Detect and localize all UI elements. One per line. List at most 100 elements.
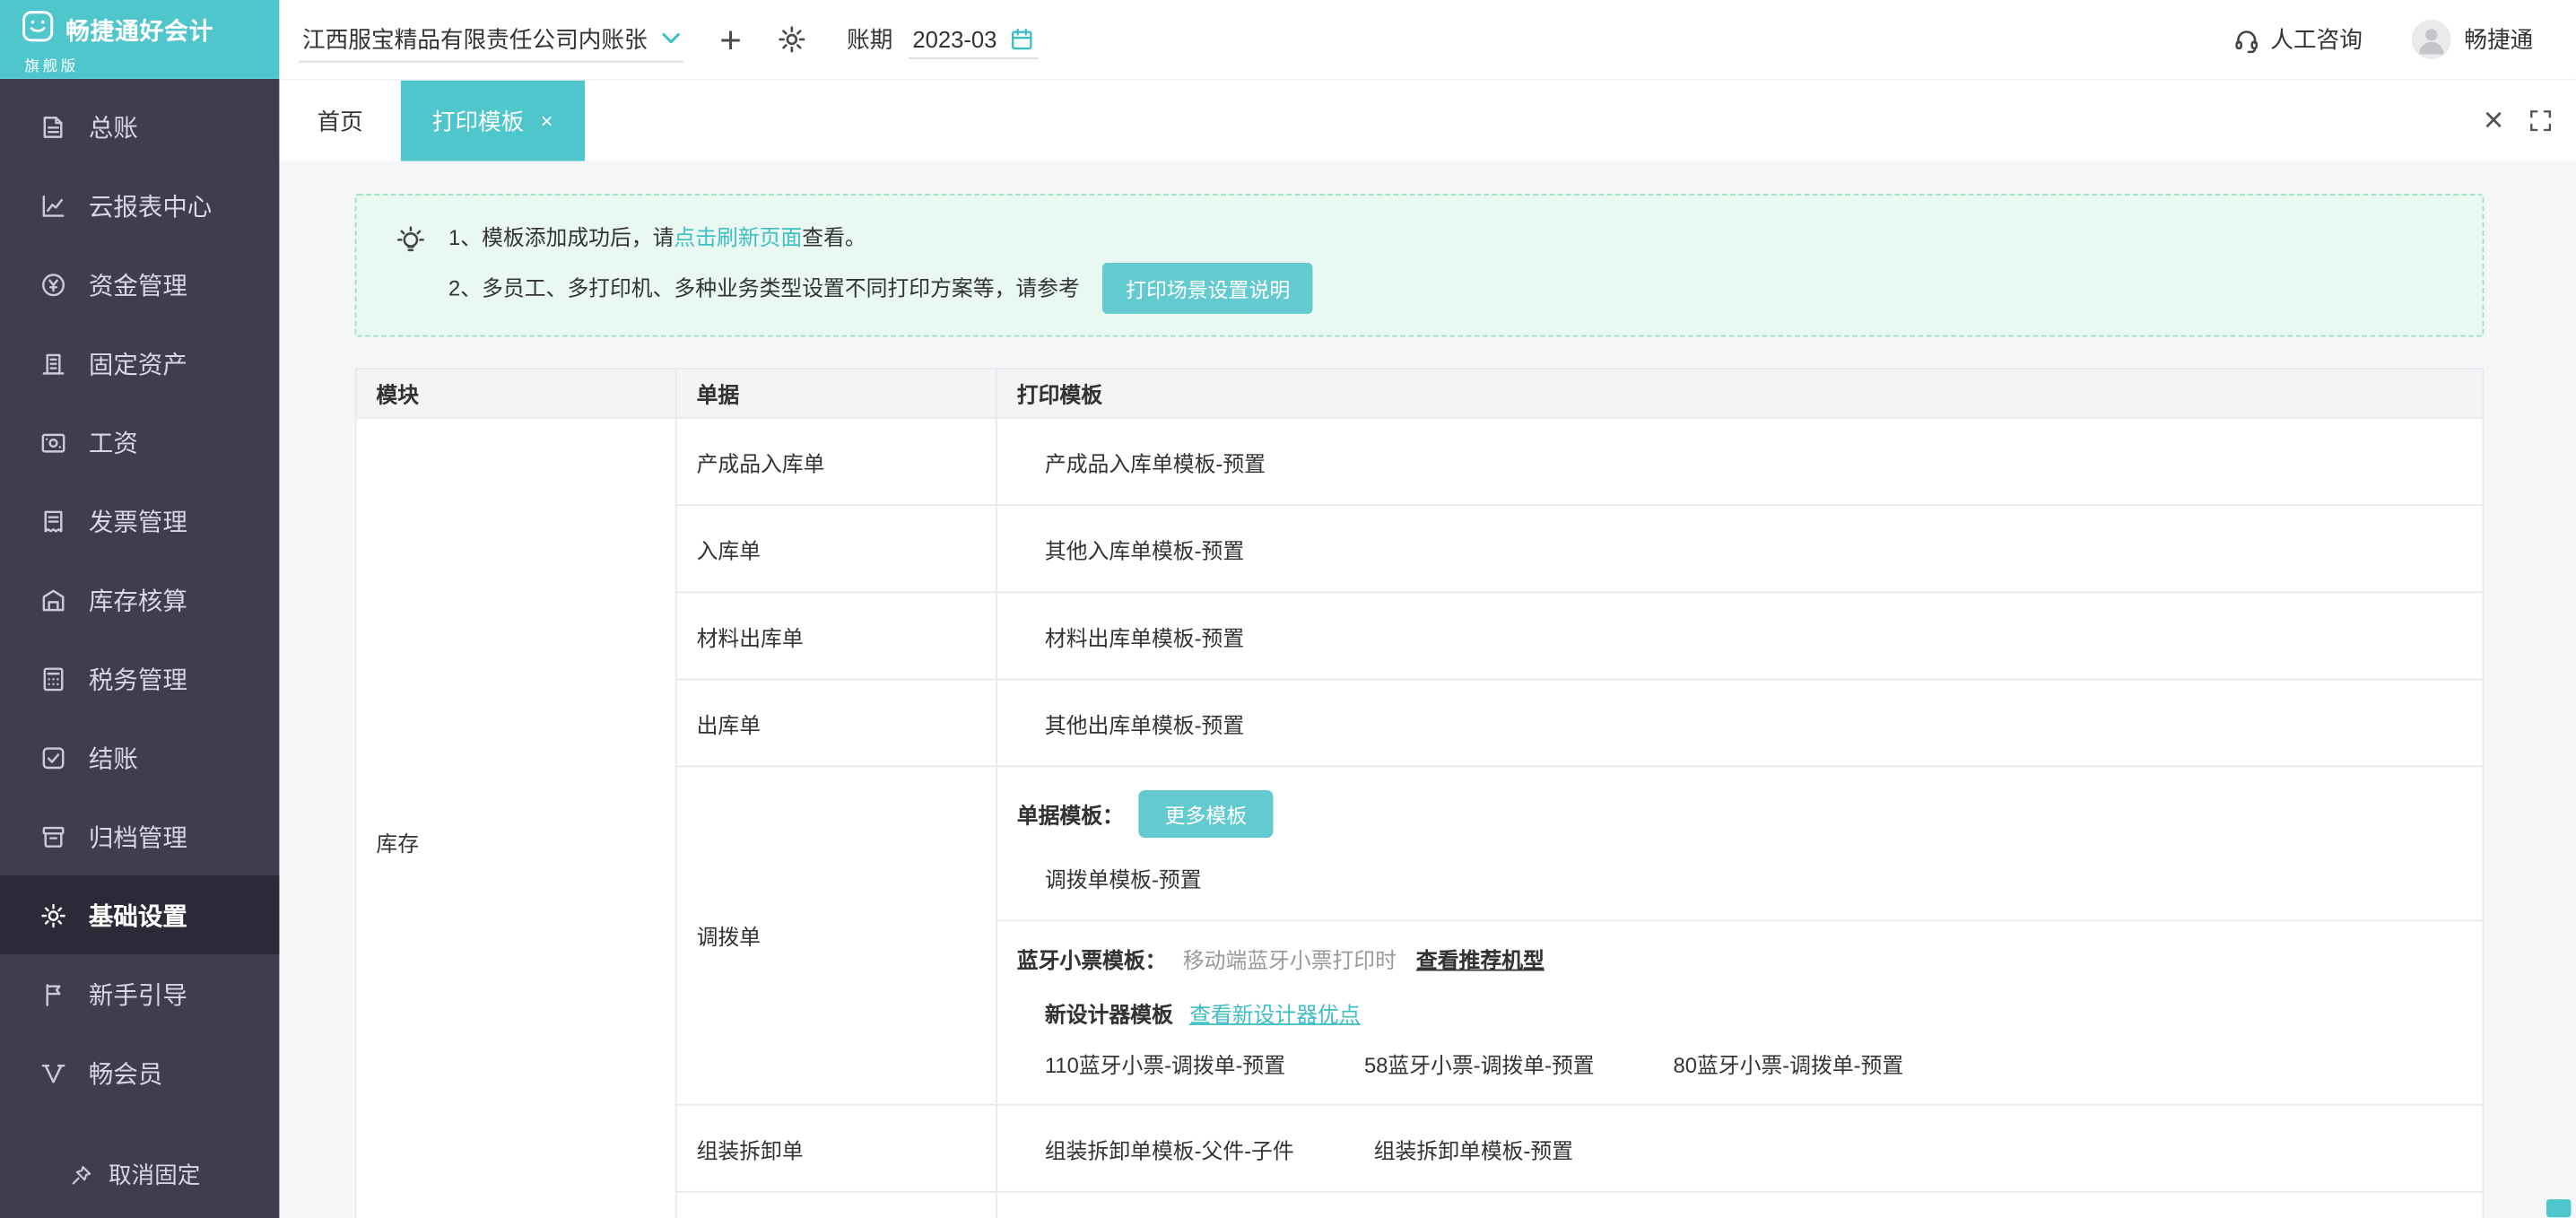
tab-print-template[interactable]: 打印模板 × xyxy=(400,80,585,161)
plus-icon: + xyxy=(719,17,742,60)
notice-text: 1、模板添加成功后，请点击刷新页面查看。 2、多员工、多打印机、多种业务类型设置… xyxy=(448,220,1313,314)
print-scene-settings-button[interactable]: 打印场景设置说明 xyxy=(1102,263,1313,314)
sidebar-item-general-ledger[interactable]: 总账 xyxy=(0,87,279,166)
app-subtitle: 旗舰版 xyxy=(24,57,79,74)
tab-label: 打印模板 xyxy=(431,107,525,135)
sidebar-item-closing[interactable]: 结账 xyxy=(0,718,279,796)
period-picker[interactable]: 2023-03 xyxy=(909,21,1039,59)
cloud-report-icon xyxy=(39,191,67,219)
sidebar-item-invoices[interactable]: 发票管理 xyxy=(0,482,279,561)
app-title: 畅捷通好会计 xyxy=(65,19,214,47)
lightbulb-icon xyxy=(395,225,428,314)
col-header-module: 模块 xyxy=(354,368,677,420)
bt-template-item: 80蓝牙小票-调拨单-预置 xyxy=(1673,1053,1904,1078)
col-header-template: 打印模板 xyxy=(995,368,2485,420)
support-button[interactable]: 人工咨询 xyxy=(2232,23,2363,57)
tab-controls: × xyxy=(2484,81,2576,161)
transfer-template-name: 调拨单模板-预置 xyxy=(1044,867,1202,892)
sidebar-item-label: 基础设置 xyxy=(88,902,187,931)
sidebar-item-archive[interactable]: 归档管理 xyxy=(0,796,279,875)
sidebar-item-payroll[interactable]: 工资 xyxy=(0,403,279,482)
period-value: 2023-03 xyxy=(912,25,997,52)
gear-icon xyxy=(778,24,807,54)
more-templates-button[interactable]: 更多模板 xyxy=(1138,789,1274,839)
company-selector[interactable]: 江西服宝精品有限责任公司内账张 xyxy=(299,17,683,62)
ledger-icon xyxy=(39,112,67,140)
inventory-icon xyxy=(39,586,67,613)
doc-cell-empty xyxy=(674,1190,997,1218)
new-designer-label: 新设计器模板 xyxy=(1044,1002,1173,1027)
sidebar-item-label: 工资 xyxy=(88,429,138,458)
notice-line1-suffix: 查看。 xyxy=(802,224,866,250)
assembly-template-cell: 组装拆卸单模板-父件-子件 组装拆卸单模板-预置 xyxy=(995,1103,2485,1193)
assembly-template-item: 组装拆卸单模板-父件-子件 xyxy=(1044,1137,1294,1162)
company-name: 江西服宝精品有限责任公司内账张 xyxy=(302,25,648,52)
transfer-template-cell: 单据模板： 更多模板 调拨单模板-预置 蓝牙小票模板： 移动端蓝牙小票打印时 查… xyxy=(995,765,2485,1106)
topbar-right: 人工咨询 畅捷通 xyxy=(2232,0,2576,79)
sidebar-item-member[interactable]: 畅会员 xyxy=(0,1033,279,1112)
sidebar-item-label: 固定资产 xyxy=(88,351,187,379)
fullscreen-icon[interactable] xyxy=(2528,109,2553,133)
unpin-label: 取消固定 xyxy=(108,1161,201,1188)
sidebar-item-label: 资金管理 xyxy=(88,272,187,300)
guide-flag-icon xyxy=(39,980,67,1008)
template-cell: 产成品入库单模板-预置 xyxy=(995,417,2485,507)
main-content: 1、模板添加成功后，请点击刷新页面查看。 2、多员工、多打印机、多种业务类型设置… xyxy=(279,161,2576,1218)
settings-gear-icon xyxy=(39,901,67,929)
table-header-row: 模块 单据 打印模板 xyxy=(354,368,2485,420)
sidebar-item-fixed-assets[interactable]: 固定资产 xyxy=(0,324,279,403)
unpin-icon xyxy=(72,1165,91,1184)
sidebar-item-cloud-reports[interactable]: 云报表中心 xyxy=(0,166,279,245)
add-account-button[interactable]: + xyxy=(719,17,742,60)
tax-icon xyxy=(39,665,67,692)
closing-check-icon xyxy=(39,744,67,771)
transfer-doc-template-section: 单据模板： 更多模板 调拨单模板-预置 xyxy=(997,767,2483,919)
print-template-table: 模块 单据 打印模板 库存 产成品入库单 产成品入库单模板-预置 入库单 其他入… xyxy=(354,368,2485,1218)
bt-template-item: 58蓝牙小票-调拨单-预置 xyxy=(1363,1053,1595,1078)
payroll-icon xyxy=(39,428,67,456)
sidebar-item-basic-settings[interactable]: 基础设置 xyxy=(0,875,280,955)
sidebar-item-funds[interactable]: 资金管理 xyxy=(0,245,279,324)
sidebar-item-tax[interactable]: 税务管理 xyxy=(0,639,279,718)
sidebar: 总账 云报表中心 资金管理 固定资产 工资 发票管理 库存核算 税务管理 结账 … xyxy=(0,78,280,1218)
template-cell: 其他出库单模板-预置 xyxy=(995,678,2485,768)
sidebar-item-guide[interactable]: 新手引导 xyxy=(0,954,279,1033)
bluetooth-hint: 移动端蓝牙小票打印时 xyxy=(1182,947,1397,973)
chevron-down-icon xyxy=(662,32,680,45)
designer-benefits-link[interactable]: 查看新设计器优点 xyxy=(1189,997,1361,1029)
user-name[interactable]: 畅捷通 xyxy=(2464,23,2533,57)
module-cell-inventory: 库存 xyxy=(354,417,677,1218)
settings-gear-button[interactable] xyxy=(778,24,807,54)
topbar: 畅捷通好会计 旗舰版 江西服宝精品有限责任公司内账张 + 账期 2023-03 … xyxy=(0,0,2576,79)
close-panel-icon[interactable]: × xyxy=(2484,103,2503,137)
transfer-bluetooth-section: 蓝牙小票模板： 移动端蓝牙小票打印时 查看推荐机型 新设计器模板 查看新设计器优… xyxy=(996,919,2483,1104)
fixed-asset-icon xyxy=(39,349,67,377)
support-label: 人工咨询 xyxy=(2270,26,2363,53)
sidebar-item-inventory[interactable]: 库存核算 xyxy=(0,561,279,639)
archive-icon xyxy=(39,822,67,850)
doc-cell: 材料出库单 xyxy=(674,591,997,681)
sidebar-item-label: 总账 xyxy=(88,114,138,143)
refresh-page-link[interactable]: 点击刷新页面 xyxy=(674,225,802,249)
tab-close-icon[interactable]: × xyxy=(541,110,553,132)
tab-home[interactable]: 首页 xyxy=(279,81,401,161)
template-cell: 其他入库单模板-预置 xyxy=(995,504,2485,594)
notice-line-2: 2、多员工、多打印机、多种业务类型设置不同打印方案等，请参考 打印场景设置说明 xyxy=(448,263,1313,314)
sidebar-item-label: 归档管理 xyxy=(88,823,187,852)
floating-corner-widget[interactable] xyxy=(2546,1199,2572,1218)
avatar[interactable] xyxy=(2411,19,2451,59)
app-logo[interactable]: 畅捷通好会计 旗舰版 xyxy=(0,0,280,79)
period-label: 账期 xyxy=(847,26,893,53)
sidebar-item-label: 新手引导 xyxy=(88,981,187,1010)
doc-cell: 产成品入库单 xyxy=(674,417,997,507)
assembly-template-item: 组装拆卸单模板-预置 xyxy=(1373,1137,1574,1162)
notice-line2-text: 2、多员工、多打印机、多种业务类型设置不同打印方案等，请参考 xyxy=(448,275,1080,301)
bluetooth-template-list: 110蓝牙小票-调拨单-预置 58蓝牙小票-调拨单-预置 80蓝牙小票-调拨单-… xyxy=(1017,1048,2463,1080)
app-window: 畅捷通好会计 旗舰版 江西服宝精品有限责任公司内账张 + 账期 2023-03 … xyxy=(0,0,2576,1218)
recommended-models-link[interactable]: 查看推荐机型 xyxy=(1416,943,1545,974)
template-cell: 材料出库单模板-预置 xyxy=(995,591,2485,681)
doc-template-label: 单据模板： xyxy=(1016,803,1124,829)
doc-cell: 出库单 xyxy=(674,678,997,768)
notice-banner: 1、模板添加成功后，请点击刷新页面查看。 2、多员工、多打印机、多种业务类型设置… xyxy=(354,194,2485,337)
unpin-sidebar-button[interactable]: 取消固定 xyxy=(0,1140,279,1209)
